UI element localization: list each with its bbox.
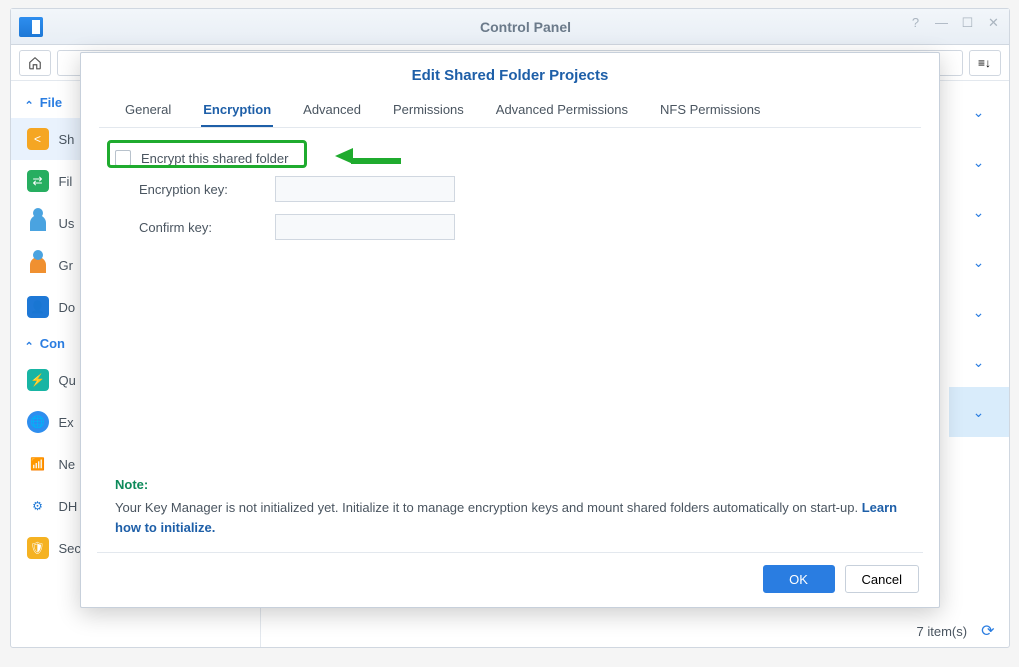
- chevron-down-icon: ⌄: [973, 154, 985, 171]
- sort-button[interactable]: ≡↓: [969, 50, 1001, 76]
- content-footer: 7 item(s) ⟳: [917, 621, 995, 641]
- encrypt-label: Encrypt this shared folder: [141, 151, 288, 166]
- expand-column: ⌄ ⌄ ⌄ ⌄ ⌄ ⌄ ⌄: [949, 87, 1009, 437]
- expand-row[interactable]: ⌄: [949, 387, 1009, 437]
- item-count: 7 item(s): [917, 624, 968, 639]
- tab-advanced-permissions[interactable]: Advanced Permissions: [494, 94, 630, 127]
- ok-button[interactable]: OK: [763, 565, 835, 593]
- titlebar: Control Panel ? — ☐ ✕: [11, 9, 1009, 45]
- shield-icon: 🛡: [27, 537, 49, 559]
- sidebar-item-label: Ne: [59, 457, 76, 472]
- window-controls: ? — ☐ ✕: [907, 15, 1003, 31]
- chevron-down-icon: ⌄: [973, 354, 985, 371]
- user-icon: [27, 212, 49, 234]
- expand-row[interactable]: ⌄: [949, 287, 1009, 337]
- confirm-key-input[interactable]: [275, 214, 455, 240]
- dialog-body: Encrypt this shared folder Encryption ke…: [81, 128, 939, 264]
- refresh-icon[interactable]: ⟳: [981, 621, 994, 641]
- domain-icon: 👤: [27, 296, 49, 318]
- encryption-key-label: Encryption key:: [139, 182, 259, 197]
- dialog-footer: OK Cancel: [763, 565, 919, 593]
- note-title: Note:: [115, 477, 905, 492]
- dialog-tabs: General Encryption Advanced Permissions …: [99, 94, 921, 128]
- chevron-down-icon: ⌄: [973, 104, 985, 121]
- chevron-down-icon: ⌄: [973, 254, 985, 271]
- tab-general[interactable]: General: [123, 94, 173, 127]
- dhcp-icon: ⚙: [27, 495, 49, 517]
- share-icon: <: [27, 128, 49, 150]
- tab-encryption[interactable]: Encryption: [201, 94, 273, 127]
- sidebar-item-label: DH: [59, 499, 78, 514]
- app-icon: [19, 17, 43, 37]
- tab-permissions[interactable]: Permissions: [391, 94, 466, 127]
- sidebar-item-label: Do: [59, 300, 76, 315]
- encryption-key-row: Encryption key:: [115, 170, 905, 208]
- globe-icon: 🌐: [27, 411, 49, 433]
- encryption-key-input[interactable]: [275, 176, 455, 202]
- sidebar-item-label: Us: [59, 216, 75, 231]
- sidebar-item-label: Qu: [59, 373, 76, 388]
- encrypt-checkbox-row: Encrypt this shared folder: [115, 146, 905, 170]
- encrypt-checkbox[interactable]: [115, 150, 131, 166]
- window-title: Control Panel: [43, 19, 1009, 35]
- arrow-annotation: [335, 148, 401, 167]
- quick-icon: ⚡: [27, 369, 49, 391]
- dialog-title: Edit Shared Folder Projects: [81, 53, 939, 94]
- chevron-down-icon: ⌄: [973, 204, 985, 221]
- cancel-button[interactable]: Cancel: [845, 565, 919, 593]
- note-text: Your Key Manager is not initialized yet.…: [115, 498, 905, 537]
- expand-row[interactable]: ⌄: [949, 337, 1009, 387]
- group-icon: [27, 254, 49, 276]
- home-button[interactable]: [19, 50, 51, 76]
- home-icon: [28, 56, 42, 70]
- expand-row[interactable]: ⌄: [949, 87, 1009, 137]
- chevron-down-icon: ⌄: [973, 404, 985, 421]
- expand-row[interactable]: ⌄: [949, 237, 1009, 287]
- network-icon: 📶: [27, 453, 49, 475]
- file-icon: ⇄: [27, 170, 49, 192]
- minimize-icon[interactable]: —: [933, 15, 951, 31]
- note-block: Note: Your Key Manager is not initialize…: [115, 477, 905, 537]
- confirm-key-row: Confirm key:: [115, 208, 905, 246]
- help-icon[interactable]: ?: [907, 15, 925, 31]
- tab-advanced[interactable]: Advanced: [301, 94, 363, 127]
- maximize-icon[interactable]: ☐: [959, 15, 977, 31]
- sidebar-item-label: Gr: [59, 258, 73, 273]
- expand-row[interactable]: ⌄: [949, 137, 1009, 187]
- sidebar-item-label: Sh: [59, 132, 75, 147]
- edit-shared-folder-dialog: Edit Shared Folder Projects General Encr…: [80, 52, 940, 608]
- close-icon[interactable]: ✕: [985, 15, 1003, 31]
- sidebar-item-label: Fil: [59, 174, 73, 189]
- expand-row[interactable]: ⌄: [949, 187, 1009, 237]
- tab-nfs-permissions[interactable]: NFS Permissions: [658, 94, 762, 127]
- sidebar-item-label: Ex: [59, 415, 74, 430]
- chevron-down-icon: ⌄: [973, 304, 985, 321]
- dialog-separator: [97, 552, 923, 553]
- confirm-key-label: Confirm key:: [139, 220, 259, 235]
